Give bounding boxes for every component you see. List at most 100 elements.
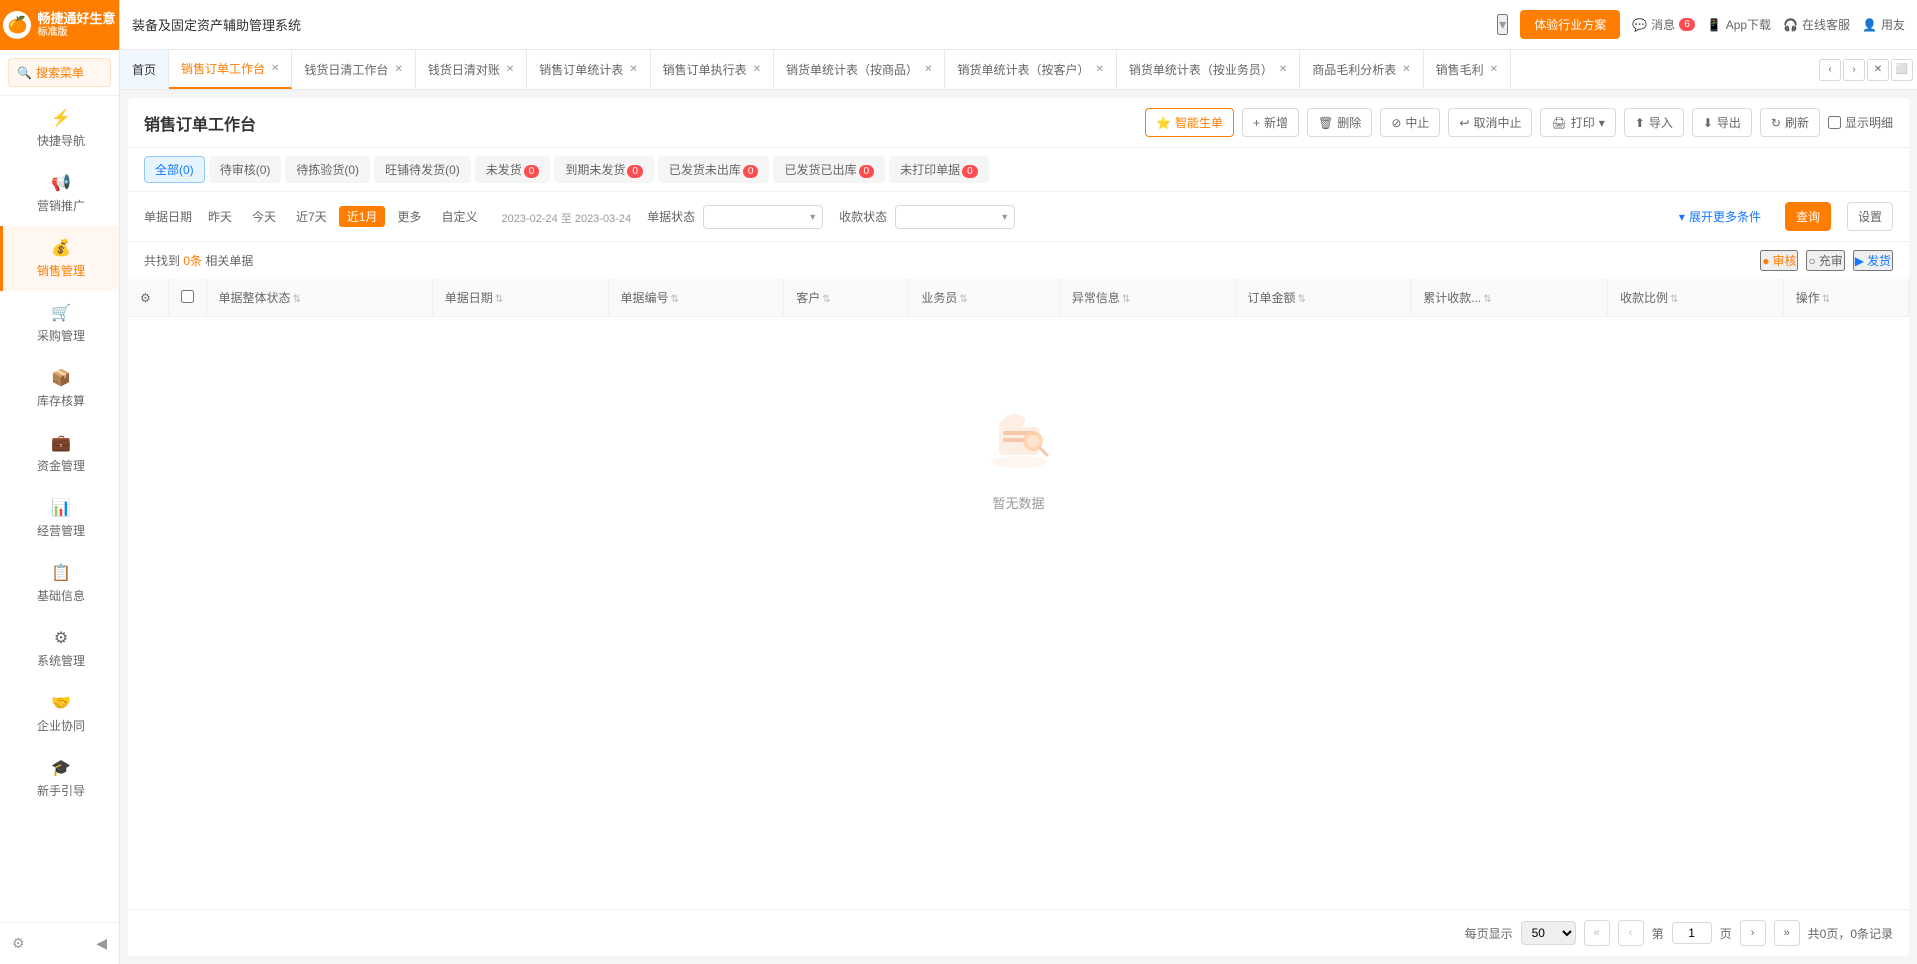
sort-icon-ratio[interactable]: ⇅: [1670, 294, 1678, 305]
filter-tab-wangpu-pending-ship[interactable]: 旺铺待发货(0): [374, 156, 471, 183]
audit-btn[interactable]: ● 审核: [1760, 250, 1798, 271]
sort-icon-abnormal[interactable]: ⇅: [1122, 294, 1130, 305]
filter-tab-not-printed[interactable]: 未打印单据0: [889, 156, 989, 183]
tab-close-sales-stats-customer[interactable]: ✕: [1095, 64, 1103, 75]
tab-close-sales-stats-product[interactable]: ✕: [924, 64, 932, 75]
filter-tab-shipped-out[interactable]: 已发货已出库0: [773, 156, 885, 183]
settings-icon-btn[interactable]: ⚙: [8, 931, 29, 956]
query-btn[interactable]: 查询: [1785, 202, 1831, 231]
tab-bar: 首页销售订单工作台✕钱货日清工作台✕钱货日清对账✕销售订单统计表✕销售订单执行表…: [120, 50, 1917, 90]
select-all-checkbox[interactable]: [181, 290, 194, 303]
filter-tab-all[interactable]: 全部(0): [144, 156, 205, 183]
tab-sales-order-workbench[interactable]: 销售订单工作台✕: [169, 50, 292, 89]
sidebar-item-marketing[interactable]: 📢营销推广: [0, 161, 119, 226]
tab-sales-stats-product[interactable]: 销货单统计表（按商品）✕: [774, 50, 945, 89]
sort-icon-number[interactable]: ⇅: [671, 294, 679, 305]
sidebar-item-basic-info[interactable]: 📋基础信息: [0, 551, 119, 616]
sidebar-item-purchase[interactable]: 🛒采购管理: [0, 291, 119, 356]
payment-select[interactable]: [895, 205, 1015, 229]
sidebar-item-operations[interactable]: 📊经营管理: [0, 486, 119, 551]
date-option-btn[interactable]: 昨天: [200, 206, 240, 227]
show-detail-label[interactable]: 显示明细: [1828, 114, 1893, 131]
tab-sales-profit[interactable]: 销售毛利✕: [1424, 50, 1511, 89]
sort-icon-salesperson[interactable]: ⇅: [959, 294, 967, 305]
expand-conditions-btn[interactable]: ▾ 展开更多条件: [1679, 208, 1761, 225]
tab-expand-btn[interactable]: ⬜: [1891, 59, 1913, 81]
print-btn[interactable]: 🖨 打印 ▾: [1540, 108, 1615, 137]
tab-scroll-left-btn[interactable]: ‹: [1819, 59, 1841, 81]
refresh-btn[interactable]: ↻ 刷新: [1760, 108, 1820, 137]
sidebar-item-system[interactable]: ⚙系统管理: [0, 616, 119, 681]
app-download-btn[interactable]: 📱 App下载: [1707, 16, 1771, 33]
date-option-btn[interactable]: 更多: [389, 206, 429, 227]
smart-create-btn[interactable]: ⭐ 智能生单: [1145, 108, 1234, 137]
filter-tab-shipped-not-out[interactable]: 已发货未出库0: [658, 156, 770, 183]
search-menu-button[interactable]: 🔍 搜索菜单: [8, 58, 111, 87]
sidebar-item-guide[interactable]: 🎓新手引导: [0, 746, 119, 811]
filter-tab-expired-not-shipped[interactable]: 到期未发货0: [554, 156, 654, 183]
table-settings-icon[interactable]: ⚙: [140, 291, 151, 305]
filter-tab-not-shipped[interactable]: 未发货0: [475, 156, 551, 183]
tab-close-sales-profit[interactable]: ✕: [1490, 64, 1498, 75]
sidebar-item-sales[interactable]: 💰销售管理: [0, 226, 119, 291]
online-service-btn[interactable]: 🎧 在线客服: [1783, 16, 1850, 33]
sidebar-item-finance[interactable]: 💼资金管理: [0, 421, 119, 486]
system-gear-btn[interactable]: ▾: [1497, 14, 1508, 35]
date-option-btn[interactable]: 近1月: [339, 206, 386, 227]
cancel-audit-btn[interactable]: ○ 充审: [1806, 250, 1844, 271]
sort-icon-customer[interactable]: ⇅: [822, 294, 830, 305]
tab-close-product-margin[interactable]: ✕: [1402, 64, 1410, 75]
tab-close-sales-stats-salesperson[interactable]: ✕: [1279, 64, 1287, 75]
tab-sales-order-stats[interactable]: 销售订单统计表✕: [527, 50, 650, 89]
date-option-btn[interactable]: 近7天: [288, 206, 335, 227]
first-page-btn[interactable]: «: [1584, 920, 1610, 946]
sort-icon-status[interactable]: ⇅: [293, 294, 301, 305]
tab-cash-daily-workbench[interactable]: 钱货日清工作台✕: [292, 50, 415, 89]
tab-close-all-btn[interactable]: ✕: [1867, 59, 1889, 81]
show-detail-checkbox[interactable]: [1828, 116, 1841, 129]
sort-icon-amount[interactable]: ⇅: [1298, 294, 1306, 305]
add-btn[interactable]: + 新增: [1242, 108, 1299, 137]
dispatch-btn[interactable]: ▶ 发货: [1853, 250, 1893, 271]
sidebar-item-inventory[interactable]: 📦库存核算: [0, 356, 119, 421]
user-btn[interactable]: 👤 用友: [1862, 16, 1905, 33]
status-filter-group: 单据状态: [647, 205, 823, 229]
nav-label-inventory: 库存核算: [37, 392, 85, 409]
industry-btn[interactable]: 体验行业方案: [1520, 10, 1620, 39]
next-page-btn[interactable]: ›: [1740, 920, 1766, 946]
cancel-stop-btn[interactable]: ↩ 取消中止: [1448, 108, 1532, 137]
sort-icon-collected[interactable]: ⇅: [1483, 294, 1491, 305]
tab-home[interactable]: 首页: [120, 50, 169, 89]
page-size-select[interactable]: 2050100: [1521, 921, 1576, 945]
tab-close-sales-order-stats[interactable]: ✕: [629, 64, 637, 75]
filter-tab-pending-inspection[interactable]: 待拣验货(0): [285, 156, 370, 183]
tab-product-margin[interactable]: 商品毛利分析表✕: [1300, 50, 1423, 89]
message-btn[interactable]: 💬 消息 6: [1632, 16, 1695, 33]
sort-icon-date[interactable]: ⇅: [495, 294, 503, 305]
date-option-btn[interactable]: 自定义: [433, 206, 485, 227]
status-select[interactable]: [703, 205, 823, 229]
tab-close-sales-order-execution[interactable]: ✕: [753, 64, 761, 75]
tab-scroll-right-btn[interactable]: ›: [1843, 59, 1865, 81]
import-btn[interactable]: ⬆ 导入: [1624, 108, 1684, 137]
last-page-btn[interactable]: »: [1774, 920, 1800, 946]
filter-settings-btn[interactable]: 设置: [1847, 202, 1893, 231]
tab-close-cash-goods-reconciliation[interactable]: ✕: [506, 64, 514, 75]
stop-btn[interactable]: ⊘ 中止: [1380, 108, 1440, 137]
date-option-btn[interactable]: 今天: [244, 206, 284, 227]
tab-cash-goods-reconciliation[interactable]: 钱货日清对账✕: [416, 50, 527, 89]
prev-page-btn[interactable]: ‹: [1618, 920, 1644, 946]
sidebar-item-quick-nav[interactable]: ⚡快捷导航: [0, 96, 119, 161]
collapse-btn[interactable]: ◀: [92, 931, 111, 956]
delete-btn[interactable]: 🗑 删除: [1307, 108, 1372, 137]
page-input[interactable]: [1672, 922, 1712, 944]
sidebar-item-enterprise[interactable]: 🤝企业协同: [0, 681, 119, 746]
tab-close-sales-order-workbench[interactable]: ✕: [271, 63, 279, 74]
tab-sales-stats-customer[interactable]: 销货单统计表（按客户）✕: [945, 50, 1116, 89]
tab-sales-stats-salesperson[interactable]: 销货单统计表（按业务员）✕: [1117, 50, 1300, 89]
tab-sales-order-execution[interactable]: 销售订单执行表✕: [651, 50, 774, 89]
sort-icon-actions[interactable]: ⇅: [1822, 294, 1830, 305]
tab-close-cash-daily-workbench[interactable]: ✕: [394, 64, 402, 75]
filter-tab-pending-review[interactable]: 待审核(0): [209, 156, 282, 183]
export-btn[interactable]: ⬇ 导出: [1692, 108, 1752, 137]
